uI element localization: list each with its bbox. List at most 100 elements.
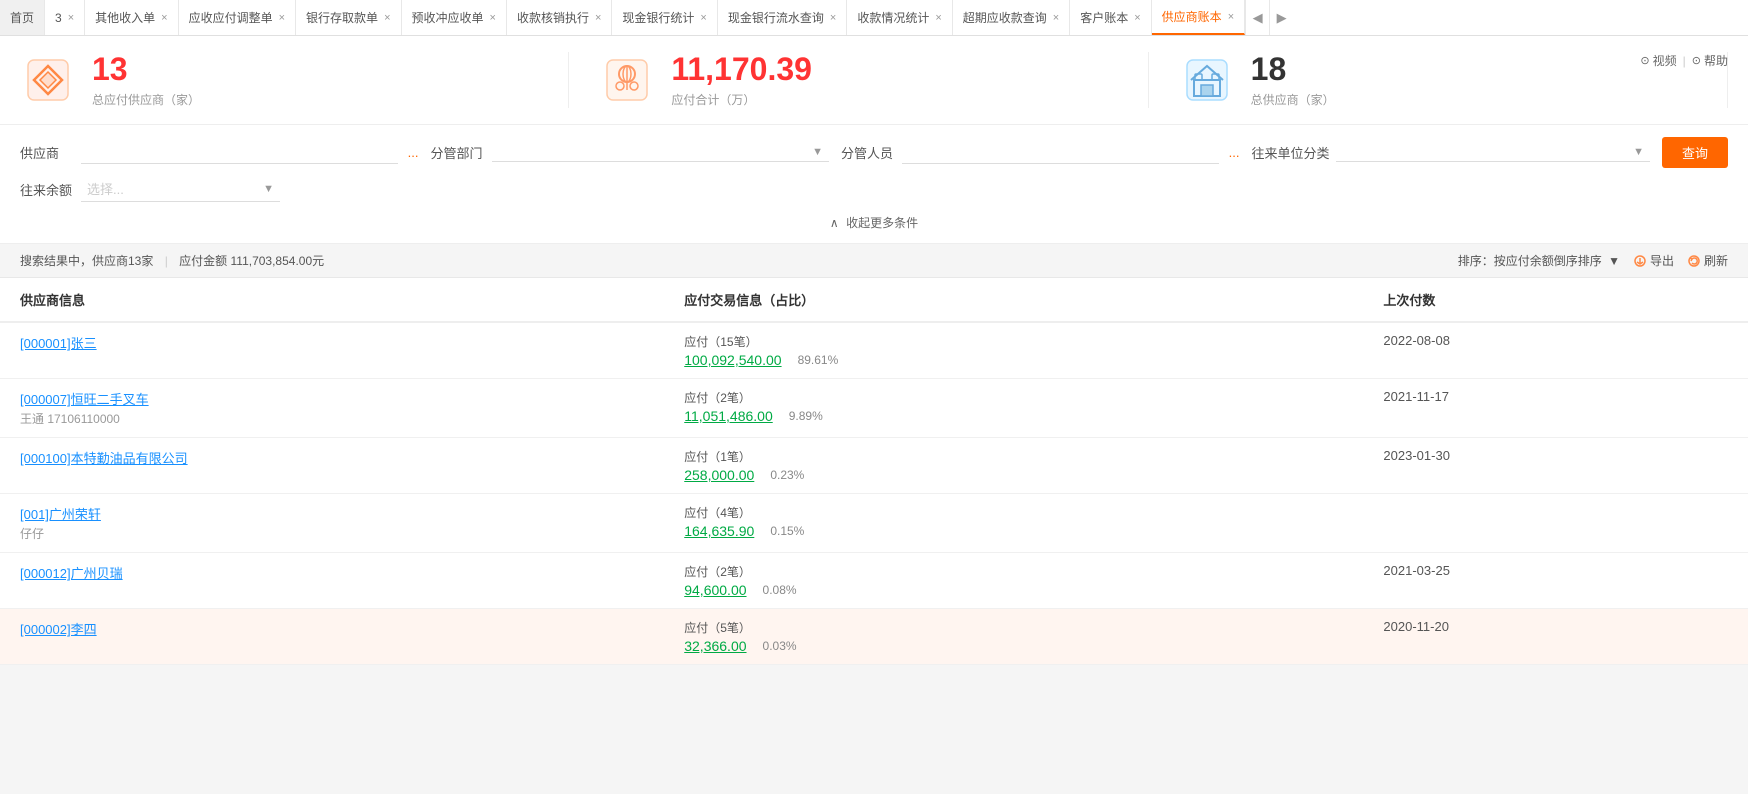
last-date-cell-0: 2022-08-08 <box>1363 322 1748 379</box>
close-tab-supplier-book-icon[interactable]: × <box>1228 11 1234 23</box>
close-tab-other-income-icon[interactable]: × <box>161 12 167 24</box>
dept-select[interactable]: ▼ <box>492 143 830 162</box>
tx-label-4: 应付（2笔） <box>684 563 1343 580</box>
tx-amount-3[interactable]: 164,635.90 <box>684 523 754 539</box>
person-input[interactable] <box>902 142 1219 164</box>
tx-info-cell-4: 应付（2笔）94,600.000.08% <box>664 553 1363 609</box>
balance-chevron-icon: ▼ <box>263 183 274 195</box>
supplier-table-container: 供应商信息 应付交易信息（占比） 上次付数 [000001]张三 应付（15笔）1… <box>0 278 1748 665</box>
filter-balance: 往来余额 选择... ▼ <box>20 176 280 202</box>
supplier-link-5[interactable]: [000002]李四 <box>20 622 97 637</box>
summary-header: 13 总应付供应商（家） 11,170.39 应付合计（万） <box>0 36 1748 125</box>
total-payable-value: 11,170.39 <box>671 52 812 87</box>
export-icon <box>1634 255 1646 267</box>
nav-tab-ar-ap-adj[interactable]: 应收应付调整单 × <box>179 0 296 35</box>
video-link[interactable]: ⊙ 视频 <box>1640 52 1676 69</box>
tx-percent-3: 0.15% <box>770 524 804 538</box>
filter-dept: 分管部门 ▼ <box>431 143 830 162</box>
tx-label-1: 应付（2笔） <box>684 389 1343 406</box>
close-tab-bank-deposit-icon[interactable]: × <box>384 12 390 24</box>
table-row: [000007]恒旺二手叉车王通 17106110000 应付（2笔） 11,051… <box>0 379 1748 438</box>
total-suppliers-label: 总供应商（家） <box>1251 91 1335 108</box>
close-tab-ar-ap-adj-icon[interactable]: × <box>279 12 285 24</box>
tx-amount-5[interactable]: 32,366.00 <box>684 638 746 654</box>
nav-tab-bank-deposit[interactable]: 银行存取款单 × <box>296 0 401 35</box>
nav-tab-prepay-ar[interactable]: 预收冲应收单 × <box>402 0 507 35</box>
export-button[interactable]: 导出 <box>1634 252 1674 269</box>
total-suppliers-value: 18 <box>1251 52 1335 87</box>
supplier-link-1[interactable]: [000007]恒旺二手叉车 <box>20 392 149 407</box>
col-header-last-payment: 上次付数 <box>1363 278 1748 322</box>
tx-amount-1[interactable]: 11,051,486.00 <box>684 408 773 424</box>
close-tab-prepay-ar-icon[interactable]: × <box>490 12 496 24</box>
close-tab-cash-bank-stat-icon[interactable]: × <box>700 12 706 24</box>
close-tab-overdue-ar-icon[interactable]: × <box>1053 12 1059 24</box>
filter-area: 供应商 ... 分管部门 ▼ 分管人员 ... 往来单位分类 ▼ 查询 往来 <box>0 125 1748 244</box>
category-label: 往来单位分类 <box>1252 143 1330 162</box>
filter-row-2: 往来余额 选择... ▼ <box>20 176 1728 202</box>
last-date-cell-4: 2021-03-25 <box>1363 553 1748 609</box>
close-tab-customer-book-icon[interactable]: × <box>1134 12 1140 24</box>
close-tab-cash-bank-flow-icon[interactable]: × <box>830 12 836 24</box>
nav-tab-3[interactable]: 3 × <box>45 0 85 35</box>
table-row: [000100]本特勤油品有限公司应付（1笔）258,000.000.23%20… <box>0 438 1748 494</box>
nav-tab-receipt-verify[interactable]: 收款核销执行 × <box>507 0 612 35</box>
nav-tab-overdue-ar[interactable]: 超期应收款查询 × <box>953 0 1070 35</box>
filter-supplier: 供应商 ... <box>20 142 419 164</box>
close-tab-3-icon[interactable]: × <box>68 12 74 24</box>
tx-amount-2[interactable]: 258,000.00 <box>684 467 754 483</box>
supplier-info-cell-2: [000100]本特勤油品有限公司 <box>0 438 664 494</box>
balance-select[interactable]: 选择... ▼ <box>81 176 280 202</box>
balance-label: 往来余额 <box>20 180 75 199</box>
category-select[interactable]: ▼ <box>1336 143 1650 162</box>
supplier-link-2[interactable]: [000100]本特勤油品有限公司 <box>20 451 188 466</box>
supplier-link-3[interactable]: [001]广州荣轩 <box>20 507 101 522</box>
supplier-dots[interactable]: ... <box>408 145 419 160</box>
close-tab-receipt-verify-icon[interactable]: × <box>595 12 601 24</box>
tx-label-3: 应付（4笔） <box>684 504 1343 521</box>
query-button[interactable]: 查询 <box>1662 137 1728 168</box>
tx-percent-1: 9.89% <box>789 409 823 423</box>
help-link[interactable]: ⊙ 帮助 <box>1692 52 1728 69</box>
table-row: [001]广州荣轩仔仔应付（4笔）164,635.900.15% <box>0 494 1748 553</box>
sort-chevron-icon: ▼ <box>1608 254 1620 268</box>
col-header-tx-info: 应付交易信息（占比） <box>664 278 1363 322</box>
nav-tab-supplier-book[interactable]: 供应商账本 × <box>1152 0 1245 35</box>
collapse-bar[interactable]: ∧ 收起更多条件 <box>20 210 1728 235</box>
sort-select[interactable]: 排序：按应付余额倒序排序 ▼ <box>1458 252 1620 269</box>
refresh-button[interactable]: 刷新 <box>1688 252 1728 269</box>
supplier-info-cell-0: [000001]张三 <box>0 322 664 379</box>
supplier-table: 供应商信息 应付交易信息（占比） 上次付数 [000001]张三 应付（15笔）1… <box>0 278 1748 665</box>
shop-icon <box>1179 52 1235 108</box>
supplier-info-cell-1: [000007]恒旺二手叉车王通 17106110000 <box>0 379 664 438</box>
last-date-cell-2: 2023-01-30 <box>1363 438 1748 494</box>
tx-amount-4[interactable]: 94,600.00 <box>684 582 746 598</box>
tx-info-cell-5: 应付（5笔）32,366.000.03% <box>664 609 1363 665</box>
tx-info-cell-0: 应付（15笔）100,092,540.0089.61% <box>664 322 1363 379</box>
nav-tab-home[interactable]: 首页 <box>0 0 45 35</box>
table-scroll-area: 供应商信息 应付交易信息（占比） 上次付数 [000001]张三 应付（15笔）1… <box>0 278 1748 665</box>
person-dots[interactable]: ... <box>1229 145 1240 160</box>
tx-percent-5: 0.03% <box>763 639 797 653</box>
supplier-info-cell-5: [000002]李四 <box>0 609 664 665</box>
nav-tab-cash-bank-stat[interactable]: 现金银行统计 × <box>612 0 717 35</box>
nav-tab-other-income[interactable]: 其他收入单 × <box>85 0 178 35</box>
nav-tab-customer-book[interactable]: 客户账本 × <box>1070 0 1151 35</box>
supplier-label: 供应商 <box>20 143 75 162</box>
nav-next-icon[interactable]: ▶ <box>1269 0 1293 35</box>
nav-tab-receipt-stat[interactable]: 收款情况统计 × <box>847 0 952 35</box>
nav-tab-cash-bank-flow[interactable]: 现金银行流水查询 × <box>718 0 847 35</box>
tx-amount-0[interactable]: 100,092,540.00 <box>684 352 781 368</box>
supplier-link-4[interactable]: [000012]广州贝瑞 <box>20 566 123 581</box>
last-date-cell-3 <box>1363 494 1748 553</box>
payable-suppliers-label: 总应付供应商（家） <box>92 91 200 108</box>
nav-prev-icon[interactable]: ◀ <box>1245 0 1269 35</box>
supplier-input[interactable] <box>81 142 398 164</box>
close-tab-receipt-stat-icon[interactable]: × <box>935 12 941 24</box>
refresh-icon <box>1688 255 1700 267</box>
dept-label: 分管部门 <box>431 143 486 162</box>
filter-person: 分管人员 ... <box>841 142 1240 164</box>
col-header-supplier-info: 供应商信息 <box>0 278 664 322</box>
category-chevron-icon: ▼ <box>1633 146 1644 158</box>
supplier-link-0[interactable]: [000001]张三 <box>20 336 97 351</box>
